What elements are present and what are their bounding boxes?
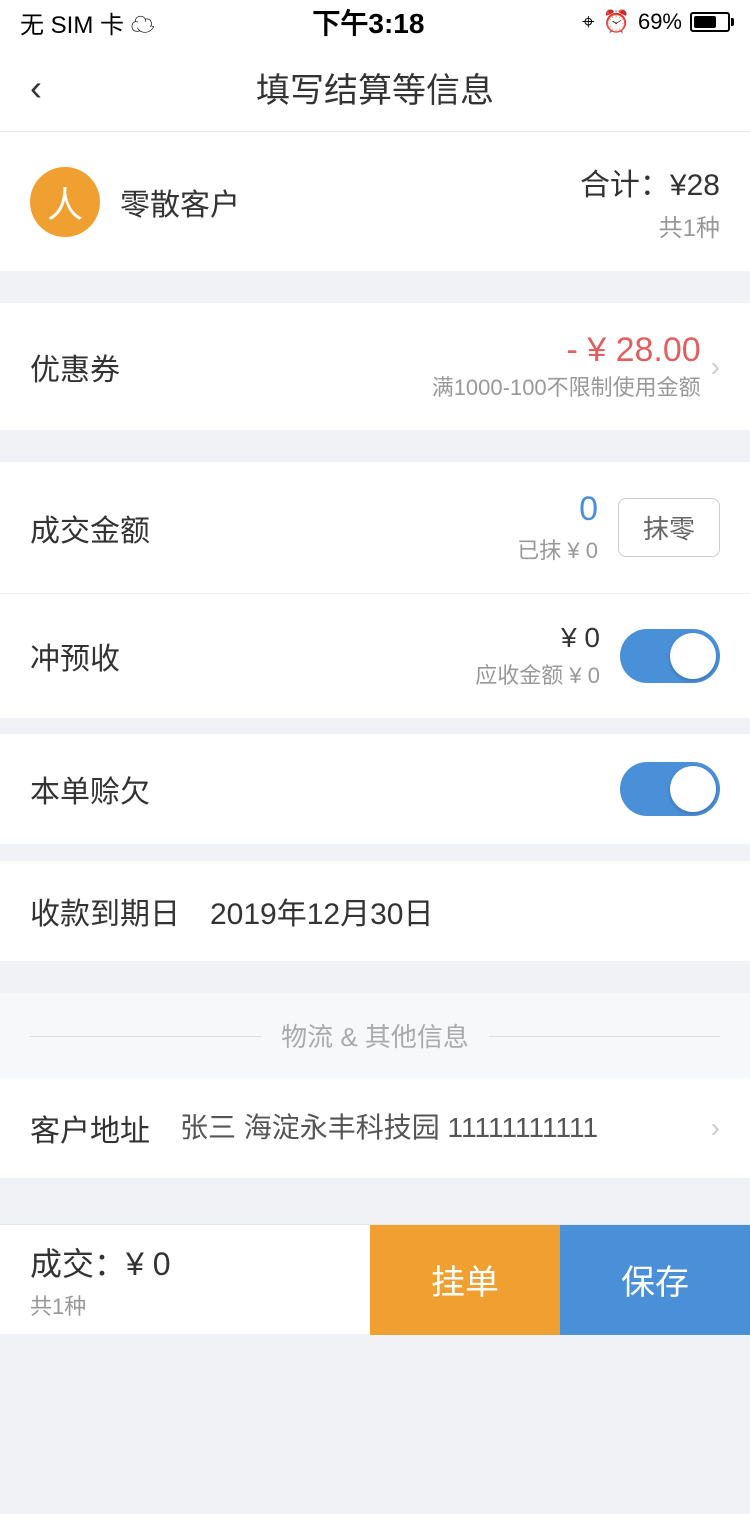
coupon-amount: - ¥ 28.00 — [432, 331, 701, 370]
coupon-label: 优惠券 — [30, 345, 120, 389]
back-button[interactable]: ‹ — [30, 67, 42, 109]
hold-order-button[interactable]: 挂单 — [370, 1225, 560, 1335]
divider-1 — [0, 287, 750, 303]
transaction-row: 成交金额 0 已抹 ¥ 0 抹零 — [0, 462, 750, 594]
divider-4 — [0, 977, 750, 993]
bottom-bar: 成交：¥ 0 共1种 挂单 保存 — [0, 1224, 750, 1334]
bottom-deal-label: 成交： — [30, 1246, 126, 1282]
bottom-summary: 成交：¥ 0 共1种 — [0, 1239, 370, 1321]
prepayment-right: ¥ 0 应收金额 ¥ 0 — [475, 622, 720, 690]
customer-left: 人 零散客户 — [30, 167, 240, 237]
form-section-1: 成交金额 0 已抹 ¥ 0 抹零 冲预收 ¥ 0 应收金额 ¥ 0 — [0, 462, 750, 718]
prepayment-label: 冲预收 — [30, 634, 120, 678]
debit-toggle-thumb — [670, 766, 716, 812]
due-date-value[interactable]: 2019年12月30日 — [210, 889, 433, 933]
coupon-right: - ¥ 28.00 满1000-100不限制使用金额 › — [432, 331, 720, 402]
avatar: 人 — [30, 167, 100, 237]
nav-bar: ‹ 填写结算等信息 — [0, 44, 750, 132]
status-bar: 无 SIM 卡 ☁ 下午3:18 ⌖ ⏰ 69% — [0, 0, 750, 44]
round-zero-button[interactable]: 抹零 — [618, 498, 720, 557]
prepayment-info: ¥ 0 应收金额 ¥ 0 — [475, 622, 600, 690]
divider-3 — [0, 718, 750, 734]
prepayment-row: 冲预收 ¥ 0 应收金额 ¥ 0 — [0, 594, 750, 718]
transaction-right: 0 已抹 ¥ 0 抹零 — [517, 490, 720, 565]
debit-toggle[interactable] — [620, 762, 720, 816]
coupon-section[interactable]: 优惠券 - ¥ 28.00 满1000-100不限制使用金额 › — [0, 303, 750, 430]
logistics-label: 物流 & 其他信息 — [261, 1017, 489, 1054]
customer-right: 合计：¥28 共1种 — [580, 160, 720, 243]
address-row[interactable]: 客户地址 张三 海淀永丰科技园 11111111111 › — [0, 1078, 750, 1178]
prepayment-amount: ¥ 0 — [475, 622, 600, 654]
status-left: 无 SIM 卡 ☁ — [20, 5, 155, 40]
divider-2 — [0, 446, 750, 462]
transaction-label: 成交金额 — [30, 506, 150, 550]
signal-text: 无 SIM 卡 ☁ — [20, 5, 155, 40]
status-time: 下午3:18 — [312, 2, 424, 42]
address-value: 张三 海淀永丰科技园 11111111111 — [180, 1106, 598, 1146]
status-right: ⌖ ⏰ 69% — [582, 9, 730, 35]
address-left: 客户地址 张三 海淀永丰科技园 11111111111 — [30, 1106, 598, 1150]
due-date-label: 收款到期日 — [30, 889, 180, 933]
customer-section: 人 零散客户 合计：¥28 共1种 — [0, 132, 750, 271]
prepayment-sub: 应收金额 ¥ 0 — [475, 658, 600, 690]
total-count: 共1种 — [580, 208, 720, 243]
due-date-row: 收款到期日 2019年12月30日 — [0, 860, 750, 961]
transaction-sub: 已抹 ¥ 0 — [517, 533, 598, 565]
transaction-value[interactable]: 0 — [517, 490, 598, 529]
address-chevron-icon: › — [711, 1112, 720, 1144]
address-label: 客户地址 — [30, 1106, 150, 1150]
debit-row: 本单赊欠 — [0, 734, 750, 844]
location-icon: ⌖ — [582, 9, 594, 35]
battery-percent: 69% — [638, 9, 682, 35]
chevron-right-icon: › — [711, 351, 720, 383]
prepayment-toggle[interactable] — [620, 629, 720, 683]
bottom-deal-text: 成交：¥ 0 — [30, 1239, 340, 1285]
total-amount: 合计：¥28 — [580, 160, 720, 204]
bottom-count: 共1种 — [30, 1289, 340, 1321]
bottom-deal-amount: ¥ 0 — [126, 1246, 170, 1282]
page-title: 填写结算等信息 — [256, 63, 494, 112]
transaction-value-wrap: 0 已抹 ¥ 0 — [517, 490, 598, 565]
logistics-section-header: 物流 & 其他信息 — [0, 993, 750, 1078]
customer-name: 零散客户 — [120, 180, 240, 224]
debit-label: 本单赊欠 — [30, 767, 150, 811]
save-button[interactable]: 保存 — [560, 1225, 750, 1335]
coupon-desc: 满1000-100不限制使用金额 — [432, 370, 701, 402]
battery-icon — [690, 12, 730, 32]
coupon-info: - ¥ 28.00 满1000-100不限制使用金额 — [432, 331, 701, 402]
toggle-thumb — [670, 633, 716, 679]
alarm-icon: ⏰ — [603, 9, 630, 35]
